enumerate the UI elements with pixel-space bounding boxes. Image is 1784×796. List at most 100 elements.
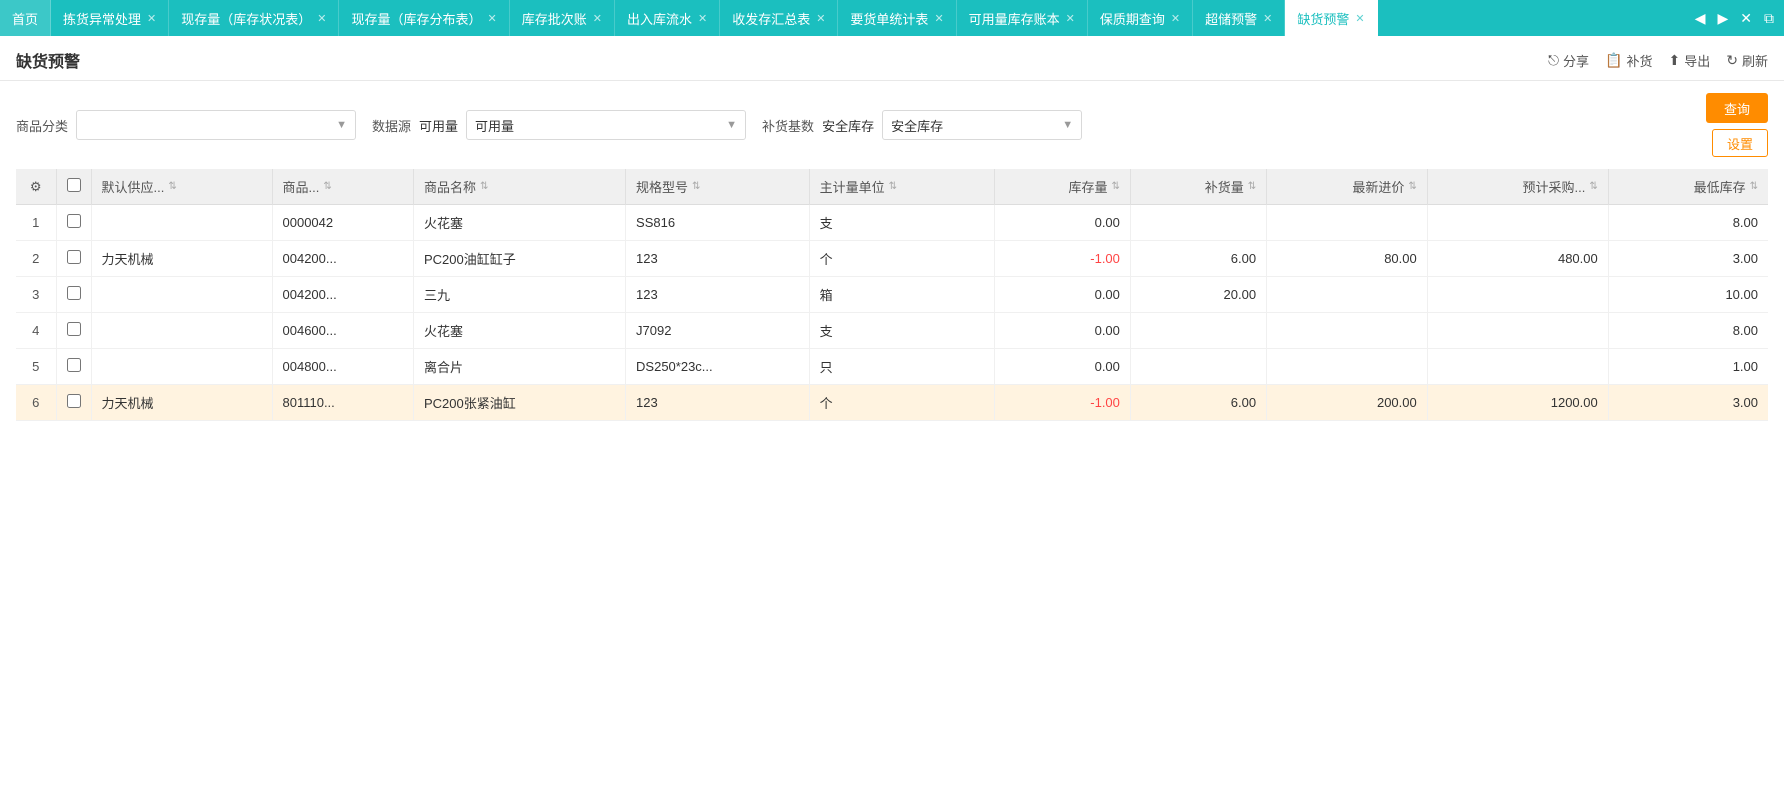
filter-datasource-display: 可用量 <box>475 116 514 135</box>
tab-reject-anomaly[interactable]: 拣货异常处理 ✕ <box>51 0 169 36</box>
tab-close-overstock[interactable]: ✕ <box>1263 12 1272 25</box>
cell-checkbox[interactable] <box>56 205 91 241</box>
cell-stock-qty: -1.00 <box>994 241 1130 277</box>
tab-close-available-ledger[interactable]: ✕ <box>1066 12 1075 25</box>
cell-checkbox[interactable] <box>56 313 91 349</box>
filter-replenish-display: 安全库存 <box>891 116 943 135</box>
tab-prev-btn[interactable]: ◀ <box>1689 8 1712 29</box>
cell-product-name: PC200张紧油缸 <box>413 385 625 421</box>
cell-unit: 支 <box>809 205 994 241</box>
cell-product-code: 004200... <box>272 241 413 277</box>
tab-batch-account[interactable]: 库存批次账 ✕ <box>510 0 615 36</box>
sort-icon-spec[interactable]: ⇅ <box>692 181 700 192</box>
th-settings[interactable]: ⚙ <box>16 169 56 205</box>
settings-button[interactable]: 设置 <box>1712 129 1768 157</box>
replenish-button[interactable]: 📋 补货 <box>1605 51 1652 70</box>
tab-close-recv-summary[interactable]: ✕ <box>816 12 825 25</box>
tab-home[interactable]: 首页 <box>0 0 51 36</box>
tab-expiry-query[interactable]: 保质期查询 ✕ <box>1088 0 1193 36</box>
sort-icon-replenish[interactable]: ⇅ <box>1248 181 1256 192</box>
cell-checkbox[interactable] <box>56 277 91 313</box>
sort-icon-est-purchase[interactable]: ⇅ <box>1589 181 1597 192</box>
row-checkbox[interactable] <box>67 358 81 372</box>
cell-product-name: 火花塞 <box>413 205 625 241</box>
cell-latest-price <box>1267 349 1428 385</box>
sort-icon-min-stock[interactable]: ⇅ <box>1750 181 1758 192</box>
tab-close-expiry-query[interactable]: ✕ <box>1171 12 1180 25</box>
cell-latest-price <box>1267 277 1428 313</box>
table-header-row: ⚙ 默认供应... ⇅ 商品... ⇅ <box>16 169 1768 205</box>
tab-close-inventory-status[interactable]: ✕ <box>317 12 326 25</box>
cell-latest-price <box>1267 313 1428 349</box>
tab-in-out-flow[interactable]: 出入库流水 ✕ <box>615 0 720 36</box>
cell-min-stock: 10.00 <box>1608 277 1768 313</box>
tab-inventory-status[interactable]: 现存量（库存状况表） ✕ <box>169 0 339 36</box>
cell-est-purchase: 1200.00 <box>1427 385 1608 421</box>
tab-recv-summary[interactable]: 收发存汇总表 ✕ <box>720 0 838 36</box>
tab-close-shortage[interactable]: ✕ <box>1355 12 1364 25</box>
tab-close-inventory-dist[interactable]: ✕ <box>488 12 497 25</box>
data-table: ⚙ 默认供应... ⇅ 商品... ⇅ <box>16 169 1768 421</box>
cell-replenish-qty: 6.00 <box>1130 241 1266 277</box>
tab-overstock[interactable]: 超储预警 ✕ <box>1193 0 1285 36</box>
cell-row-num: 6 <box>16 385 56 421</box>
table-container: ⚙ 默认供应... ⇅ 商品... ⇅ <box>0 169 1784 421</box>
row-checkbox[interactable] <box>67 250 81 264</box>
tab-next-btn[interactable]: ▶ <box>1711 8 1734 29</box>
cell-product-code: 0000042 <box>272 205 413 241</box>
cell-min-stock: 8.00 <box>1608 313 1768 349</box>
row-checkbox[interactable] <box>67 322 81 336</box>
sort-icon-unit[interactable]: ⇅ <box>889 181 897 192</box>
filter-replenish-select[interactable]: 安全库存 ▼ <box>882 110 1082 140</box>
cell-product-name: 离合片 <box>413 349 625 385</box>
tab-restore-btn[interactable]: ⧉ <box>1758 8 1780 29</box>
cell-replenish-qty: 6.00 <box>1130 385 1266 421</box>
tab-close-order-stat[interactable]: ✕ <box>934 12 943 25</box>
export-button[interactable]: ⬆ 导出 <box>1669 51 1711 70</box>
tab-available-ledger[interactable]: 可用量库存账本 ✕ <box>957 0 1088 36</box>
cell-supplier: 力天机械 <box>91 241 272 277</box>
settings-gear-icon[interactable]: ⚙ <box>30 179 42 194</box>
cell-est-purchase <box>1427 205 1608 241</box>
sort-icon-name[interactable]: ⇅ <box>480 181 488 192</box>
cell-stock-qty: 0.00 <box>994 205 1130 241</box>
cell-unit: 支 <box>809 313 994 349</box>
tab-order-stat[interactable]: 要货单统计表 ✕ <box>838 0 956 36</box>
th-product-code: 商品... ⇅ <box>272 169 413 205</box>
tab-close-in-out-flow[interactable]: ✕ <box>698 12 707 25</box>
sort-icon-supplier[interactable]: ⇅ <box>168 181 176 192</box>
sort-icon-price[interactable]: ⇅ <box>1408 181 1416 192</box>
cell-checkbox[interactable] <box>56 349 91 385</box>
cell-est-purchase: 480.00 <box>1427 241 1608 277</box>
tab-close-reject-anomaly[interactable]: ✕ <box>147 12 156 25</box>
filter-replenish-label: 补货基数 <box>762 116 814 135</box>
filter-bar: 商品分类 ▼ 数据源 可用量 可用量 ▼ 补货基数 安全库存 安全库存 ▼ 查询 <box>0 81 1784 169</box>
row-checkbox[interactable] <box>67 286 81 300</box>
cell-checkbox[interactable] <box>56 385 91 421</box>
table-row: 1 0000042 火花塞 SS816 支 0.00 8.00 <box>16 205 1768 241</box>
row-checkbox[interactable] <box>67 394 81 408</box>
tab-shortage[interactable]: 缺货预警 ✕ <box>1285 0 1377 36</box>
cell-stock-qty: 0.00 <box>994 313 1130 349</box>
filter-category-select[interactable]: ▼ <box>76 110 356 140</box>
tab-close-batch-account[interactable]: ✕ <box>593 12 602 25</box>
cell-latest-price: 200.00 <box>1267 385 1428 421</box>
th-default-supplier: 默认供应... ⇅ <box>91 169 272 205</box>
sort-icon-code[interactable]: ⇅ <box>323 181 331 192</box>
cell-unit: 个 <box>809 241 994 277</box>
share-button[interactable]: ⎋ 分享 <box>1548 51 1589 70</box>
row-checkbox[interactable] <box>67 214 81 228</box>
sort-icon-stock[interactable]: ⇅ <box>1112 181 1120 192</box>
cell-product-code: 801110... <box>272 385 413 421</box>
query-button[interactable]: 查询 <box>1706 93 1768 123</box>
refresh-button[interactable]: ↻ 刷新 <box>1726 51 1768 70</box>
tab-close-window-btn[interactable]: ✕ <box>1734 8 1758 29</box>
cell-checkbox[interactable] <box>56 241 91 277</box>
cell-latest-price: 80.00 <box>1267 241 1428 277</box>
filter-datasource-select[interactable]: 可用量 ▼ <box>466 110 746 140</box>
select-all-checkbox[interactable] <box>67 178 81 192</box>
cell-product-code: 004800... <box>272 349 413 385</box>
cell-spec: DS250*23c... <box>626 349 810 385</box>
table-body: 1 0000042 火花塞 SS816 支 0.00 8.00 2 力天机械 0… <box>16 205 1768 421</box>
tab-inventory-dist[interactable]: 现存量（库存分布表） ✕ <box>339 0 509 36</box>
